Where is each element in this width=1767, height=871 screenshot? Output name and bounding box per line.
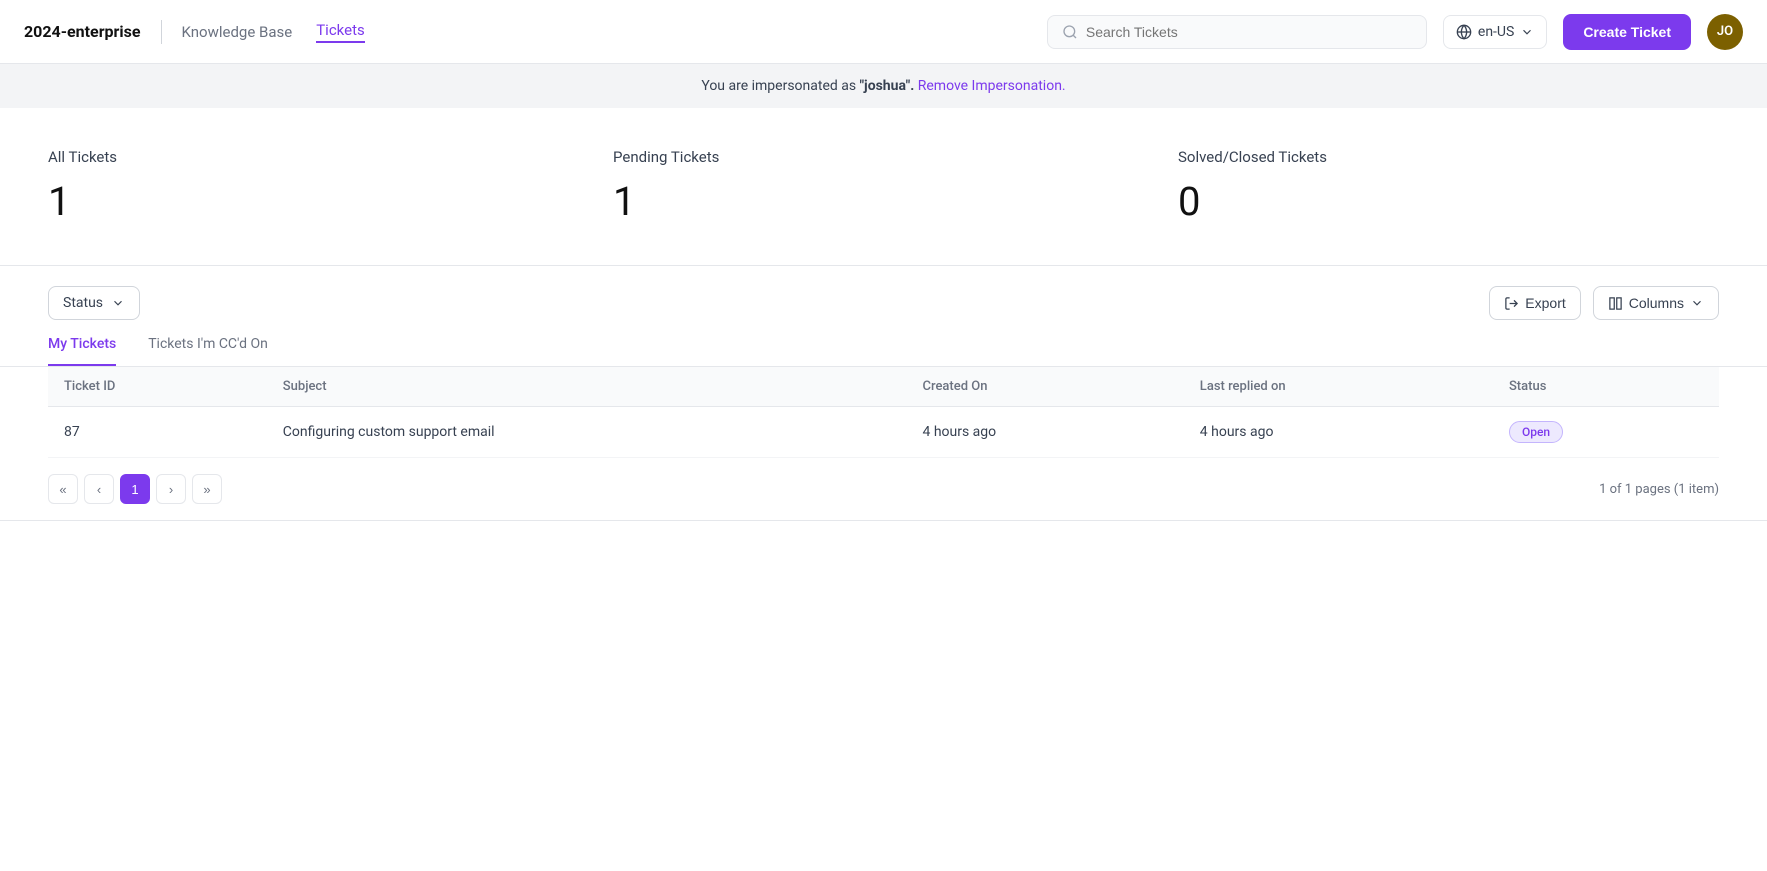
col-last-replied: Last replied on xyxy=(1184,367,1493,407)
stat-pending-tickets: Pending Tickets 1 xyxy=(589,148,1154,225)
status-dropdown[interactable]: Status xyxy=(48,286,140,320)
chevron-down-icon xyxy=(111,296,125,310)
table-row[interactable]: 87 Configuring custom support email 4 ho… xyxy=(48,407,1719,458)
remove-impersonation-link[interactable]: Remove Impersonation. xyxy=(918,78,1066,94)
stat-solved-tickets-value: 0 xyxy=(1178,178,1695,225)
col-subject: Subject xyxy=(267,367,907,407)
create-ticket-button[interactable]: Create Ticket xyxy=(1563,14,1691,50)
columns-label: Columns xyxy=(1629,295,1684,311)
language-selector[interactable]: en-US xyxy=(1443,15,1547,49)
export-label: Export xyxy=(1525,295,1565,311)
chevron-down-icon xyxy=(1690,296,1704,310)
search-input[interactable] xyxy=(1086,24,1412,40)
globe-icon xyxy=(1456,24,1472,40)
cell-ticket-id: 87 xyxy=(48,407,267,458)
pagination-info: 1 of 1 pages (1 item) xyxy=(1599,482,1719,497)
tab-my-tickets[interactable]: My Tickets xyxy=(48,336,116,366)
columns-icon xyxy=(1608,296,1623,311)
tab-cc-tickets[interactable]: Tickets I'm CC'd On xyxy=(148,336,268,366)
pagination: « ‹ 1 › » 1 of 1 pages (1 item) xyxy=(0,458,1767,521)
cell-status: Open xyxy=(1493,407,1719,458)
stats-section: All Tickets 1 Pending Tickets 1 Solved/C… xyxy=(0,108,1767,266)
stat-solved-tickets-label: Solved/Closed Tickets xyxy=(1178,148,1695,166)
status-badge: Open xyxy=(1509,421,1563,443)
cell-subject: Configuring custom support email xyxy=(267,407,907,458)
stat-all-tickets: All Tickets 1 xyxy=(48,148,589,225)
impersonation-username: "joshua". xyxy=(860,78,915,94)
nav-knowledge-base[interactable]: Knowledge Base xyxy=(182,23,293,41)
next-page-button[interactable]: › xyxy=(156,474,186,504)
brand-title: 2024-enterprise xyxy=(24,22,141,41)
columns-button[interactable]: Columns xyxy=(1593,286,1719,320)
cell-created-on: 4 hours ago xyxy=(906,407,1183,458)
col-ticket-id: Ticket ID xyxy=(48,367,267,407)
toolbar: Status Export Columns xyxy=(0,266,1767,320)
col-created-on: Created On xyxy=(906,367,1183,407)
impersonation-text-before: You are impersonated as xyxy=(701,78,856,94)
header: 2024-enterprise Knowledge Base Tickets e… xyxy=(0,0,1767,64)
impersonation-banner: You are impersonated as "joshua". Remove… xyxy=(0,64,1767,108)
avatar[interactable]: JO xyxy=(1707,14,1743,50)
cell-last-replied: 4 hours ago xyxy=(1184,407,1493,458)
export-icon xyxy=(1504,296,1519,311)
stat-all-tickets-label: All Tickets xyxy=(48,148,565,166)
first-page-button[interactable]: « xyxy=(48,474,78,504)
nav-tickets[interactable]: Tickets xyxy=(316,21,365,43)
stat-all-tickets-value: 1 xyxy=(48,178,565,225)
col-status: Status xyxy=(1493,367,1719,407)
stat-solved-tickets: Solved/Closed Tickets 0 xyxy=(1154,148,1719,225)
chevron-down-icon xyxy=(1520,25,1534,39)
table-container: Ticket ID Subject Created On Last replie… xyxy=(0,367,1767,458)
tabs: My Tickets Tickets I'm CC'd On xyxy=(0,320,1767,367)
tickets-table: Ticket ID Subject Created On Last replie… xyxy=(48,367,1719,458)
prev-page-button[interactable]: ‹ xyxy=(84,474,114,504)
page-1-button[interactable]: 1 xyxy=(120,474,150,504)
stat-pending-tickets-value: 1 xyxy=(613,178,1130,225)
last-page-button[interactable]: » xyxy=(192,474,222,504)
stat-pending-tickets-label: Pending Tickets xyxy=(613,148,1130,166)
lang-label: en-US xyxy=(1478,24,1514,40)
search-bar[interactable] xyxy=(1047,15,1427,49)
status-dropdown-label: Status xyxy=(63,295,103,311)
export-button[interactable]: Export xyxy=(1489,286,1580,320)
header-nav: Knowledge Base Tickets xyxy=(182,21,365,43)
header-divider xyxy=(161,20,162,44)
search-icon xyxy=(1062,24,1078,40)
